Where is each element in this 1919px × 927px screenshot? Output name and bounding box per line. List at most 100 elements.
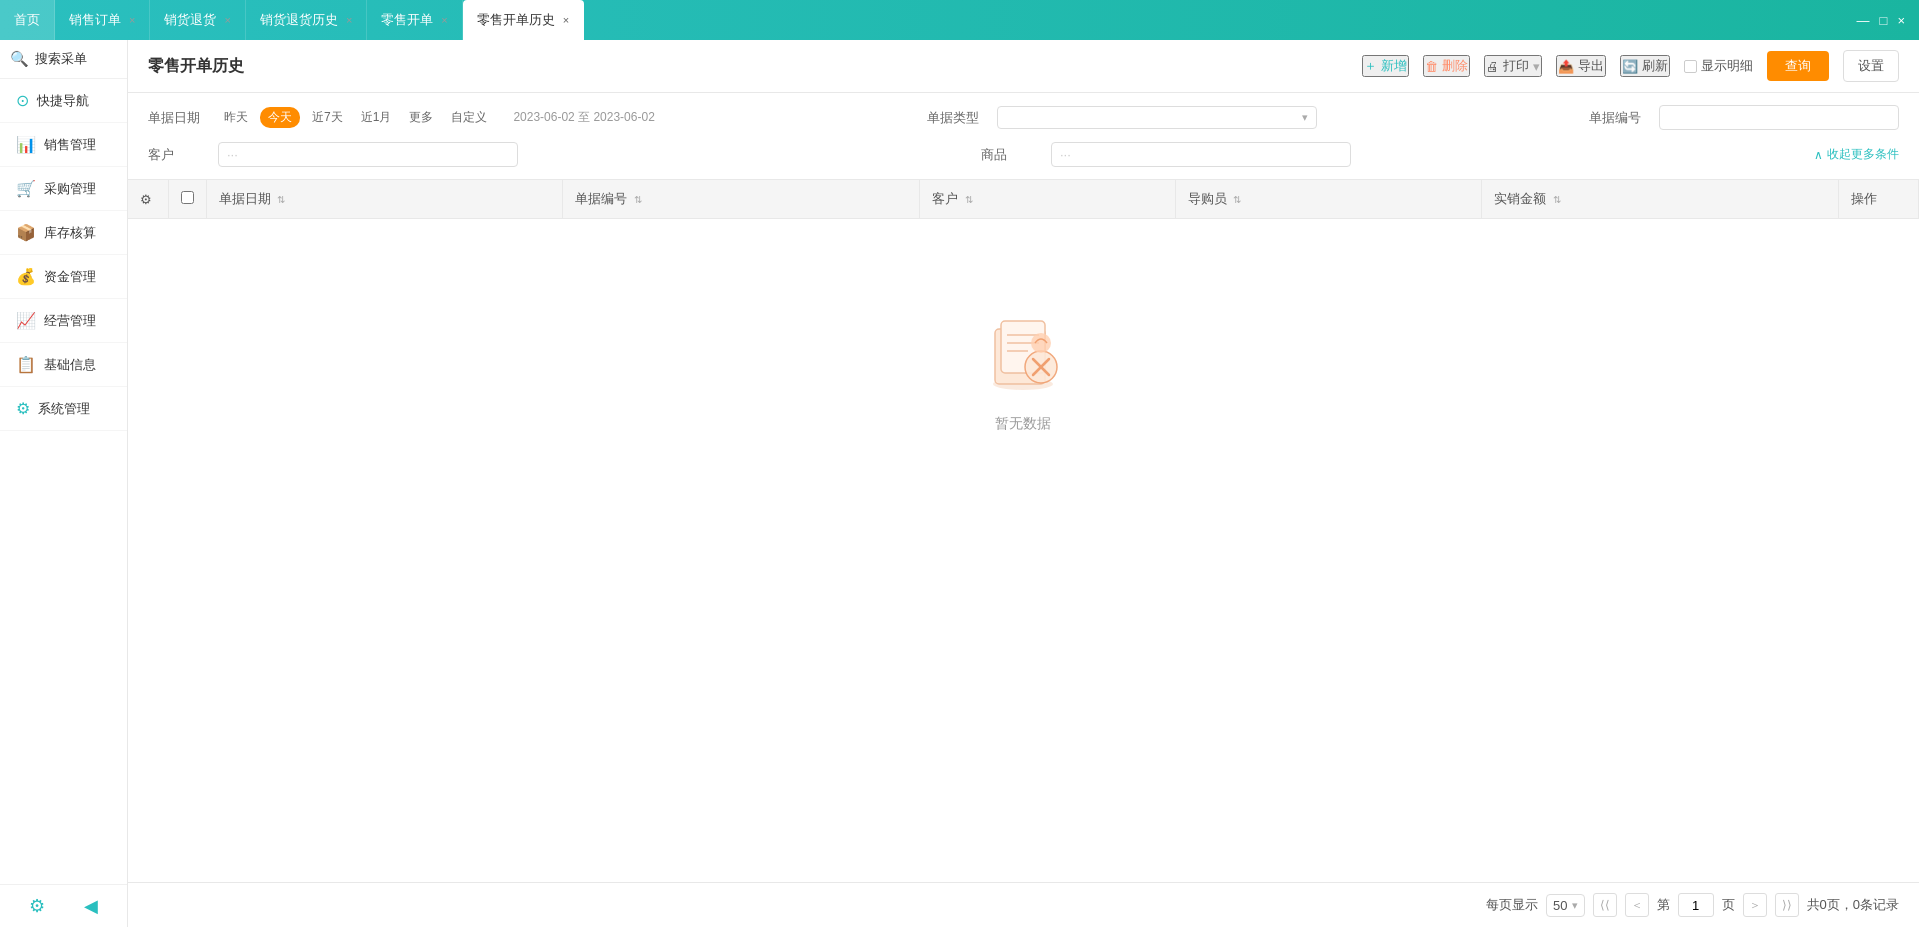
search-icon: 🔍 [10, 50, 29, 68]
goods-select[interactable]: ··· [1051, 142, 1351, 167]
last-page-btn[interactable]: ⟩⟩ [1775, 893, 1799, 917]
add-icon: ＋ [1364, 57, 1377, 75]
sidebar-item-finance[interactable]: 💰 资金管理 [0, 255, 127, 299]
total-info: 共0页，0条记录 [1807, 896, 1899, 914]
export-button[interactable]: 📤 导出 [1556, 55, 1606, 77]
sidebar-search-label: 搜索采单 [35, 50, 87, 68]
next-page-btn[interactable]: ＞ [1743, 893, 1767, 917]
refresh-button[interactable]: 🔄 刷新 [1620, 55, 1670, 77]
number-input[interactable] [1659, 105, 1899, 130]
delete-button[interactable]: 🗑 删除 [1423, 55, 1470, 77]
tab-home[interactable]: 首页 [0, 0, 55, 40]
tab-sales-return-history[interactable]: 销货退货历史 × [246, 0, 367, 40]
system-icon: ⚙ [16, 399, 30, 418]
type-select[interactable] [997, 106, 1317, 129]
collapse-filter-btn[interactable]: ∧ 收起更多条件 [1814, 140, 1899, 169]
tab-retail-order-history-label: 零售开单历史 [477, 11, 555, 29]
tab-sales-return-close[interactable]: × [224, 14, 230, 26]
sort-guide-icon: ⇅ [1233, 194, 1241, 205]
page-label-post: 页 [1722, 896, 1735, 914]
first-page-btn[interactable]: ⟨⟨ [1593, 893, 1617, 917]
settings-icon[interactable]: ⚙ [29, 895, 45, 917]
add-label: 新增 [1381, 57, 1407, 75]
display-detail-checkbox[interactable] [1684, 60, 1697, 73]
sidebar-item-system-label: 系统管理 [38, 400, 90, 418]
prev-page-btn[interactable]: ＜ [1625, 893, 1649, 917]
th-customer[interactable]: 客户 ⇅ [920, 180, 1176, 219]
tab-sales-order-close[interactable]: × [129, 14, 135, 26]
sidebar-item-purchase-label: 采购管理 [44, 180, 96, 198]
collapse-sidebar-icon[interactable]: ◀ [84, 895, 98, 917]
th-amount-label: 实销金额 [1494, 191, 1546, 206]
page-number-input[interactable] [1678, 893, 1714, 917]
tab-sales-return-history-label: 销货退货历史 [260, 11, 338, 29]
sidebar-search[interactable]: 🔍 搜索采单 [0, 40, 127, 79]
empty-state-row: 暂无数据 [128, 219, 1919, 514]
customer-select[interactable]: ··· [218, 142, 518, 167]
print-icon: 🖨 [1486, 59, 1499, 74]
page-header: 零售开单历史 ＋ 新增 🗑 删除 🖨 打印 ▾ 📤 导出 [128, 40, 1919, 93]
sidebar-item-basicinfo-label: 基础信息 [44, 356, 96, 374]
th-actions: 操作 [1839, 180, 1919, 219]
tab-sales-return[interactable]: 销货退货 × [150, 0, 245, 40]
date-7days[interactable]: 近7天 [306, 107, 349, 128]
sidebar-item-operations[interactable]: 📈 经营管理 [0, 299, 127, 343]
tab-retail-order-close[interactable]: × [441, 14, 447, 26]
purchase-icon: 🛒 [16, 179, 36, 198]
query-button[interactable]: 查询 [1767, 51, 1829, 81]
collapse-arrow-icon: ∧ [1814, 148, 1823, 162]
th-number[interactable]: 单据编号 ⇅ [563, 180, 920, 219]
tab-sales-order[interactable]: 销售订单 × [55, 0, 150, 40]
sidebar-item-purchase[interactable]: 🛒 采购管理 [0, 167, 127, 211]
sort-number-icon: ⇅ [634, 194, 642, 205]
sidebar: 🔍 搜索采单 ⊙ 快捷导航 📊 销售管理 🛒 采购管理 📦 库存核算 💰 资金管… [0, 40, 128, 927]
th-guide[interactable]: 导购员 ⇅ [1175, 180, 1481, 219]
sidebar-item-system[interactable]: ⚙ 系统管理 [0, 387, 127, 431]
goods-filter-label: 商品 [981, 146, 1041, 164]
empty-state: 暂无数据 [128, 219, 1919, 513]
sidebar-item-inventory[interactable]: 📦 库存核算 [0, 211, 127, 255]
finance-icon: 💰 [16, 267, 36, 286]
tab-retail-order-history-close[interactable]: × [563, 14, 569, 26]
date-filter-label: 单据日期 [148, 109, 208, 127]
date-yesterday[interactable]: 昨天 [218, 107, 254, 128]
sidebar-item-basicinfo[interactable]: 📋 基础信息 [0, 343, 127, 387]
filter-row-2: 客户 ··· 商品 ··· ∧ 收起更多条件 [148, 140, 1899, 169]
operations-icon: 📈 [16, 311, 36, 330]
display-detail-toggle[interactable]: 显示明细 [1684, 57, 1753, 75]
add-button[interactable]: ＋ 新增 [1362, 55, 1409, 77]
table-body: 暂无数据 [128, 219, 1919, 514]
date-1month[interactable]: 近1月 [355, 107, 398, 128]
th-guide-label: 导购员 [1188, 191, 1227, 206]
th-date[interactable]: 单据日期 ⇅ [206, 180, 563, 219]
sidebar-item-sales[interactable]: 📊 销售管理 [0, 123, 127, 167]
tab-home-label: 首页 [14, 11, 40, 29]
per-page-select[interactable]: 50 ▾ [1546, 894, 1584, 917]
goods-select-value: ··· [1060, 147, 1071, 162]
date-more[interactable]: 更多 [403, 107, 439, 128]
th-amount[interactable]: 实销金额 ⇅ [1482, 180, 1839, 219]
select-all-checkbox[interactable] [181, 191, 194, 204]
basicinfo-icon: 📋 [16, 355, 36, 374]
sidebar-item-quicknav[interactable]: ⊙ 快捷导航 [0, 79, 127, 123]
number-filter-label: 单据编号 [1589, 109, 1649, 127]
th-check[interactable] [168, 180, 206, 219]
setting-button[interactable]: 设置 [1843, 50, 1899, 82]
tab-sales-return-history-close[interactable]: × [346, 14, 352, 26]
print-button[interactable]: 🖨 打印 ▾ [1484, 55, 1542, 77]
page-title: 零售开单历史 [148, 56, 244, 77]
minimize-btn[interactable]: — [1857, 13, 1870, 28]
window-close-btn[interactable]: × [1897, 13, 1905, 28]
date-today[interactable]: 今天 [260, 107, 300, 128]
sidebar-bottom: ⚙ ◀ [0, 884, 127, 927]
export-icon: 📤 [1558, 59, 1574, 74]
th-settings[interactable]: ⚙ [128, 180, 168, 219]
maximize-btn[interactable]: □ [1880, 13, 1888, 28]
sidebar-item-quicknav-label: 快捷导航 [37, 92, 89, 110]
main-layout: 🔍 搜索采单 ⊙ 快捷导航 📊 销售管理 🛒 采购管理 📦 库存核算 💰 资金管… [0, 40, 1919, 927]
sort-date-icon: ⇅ [277, 194, 285, 205]
tab-retail-order[interactable]: 零售开单 × [367, 0, 462, 40]
tab-retail-order-history[interactable]: 零售开单历史 × [463, 0, 584, 40]
date-custom[interactable]: 自定义 [445, 107, 493, 128]
sidebar-item-inventory-label: 库存核算 [44, 224, 96, 242]
